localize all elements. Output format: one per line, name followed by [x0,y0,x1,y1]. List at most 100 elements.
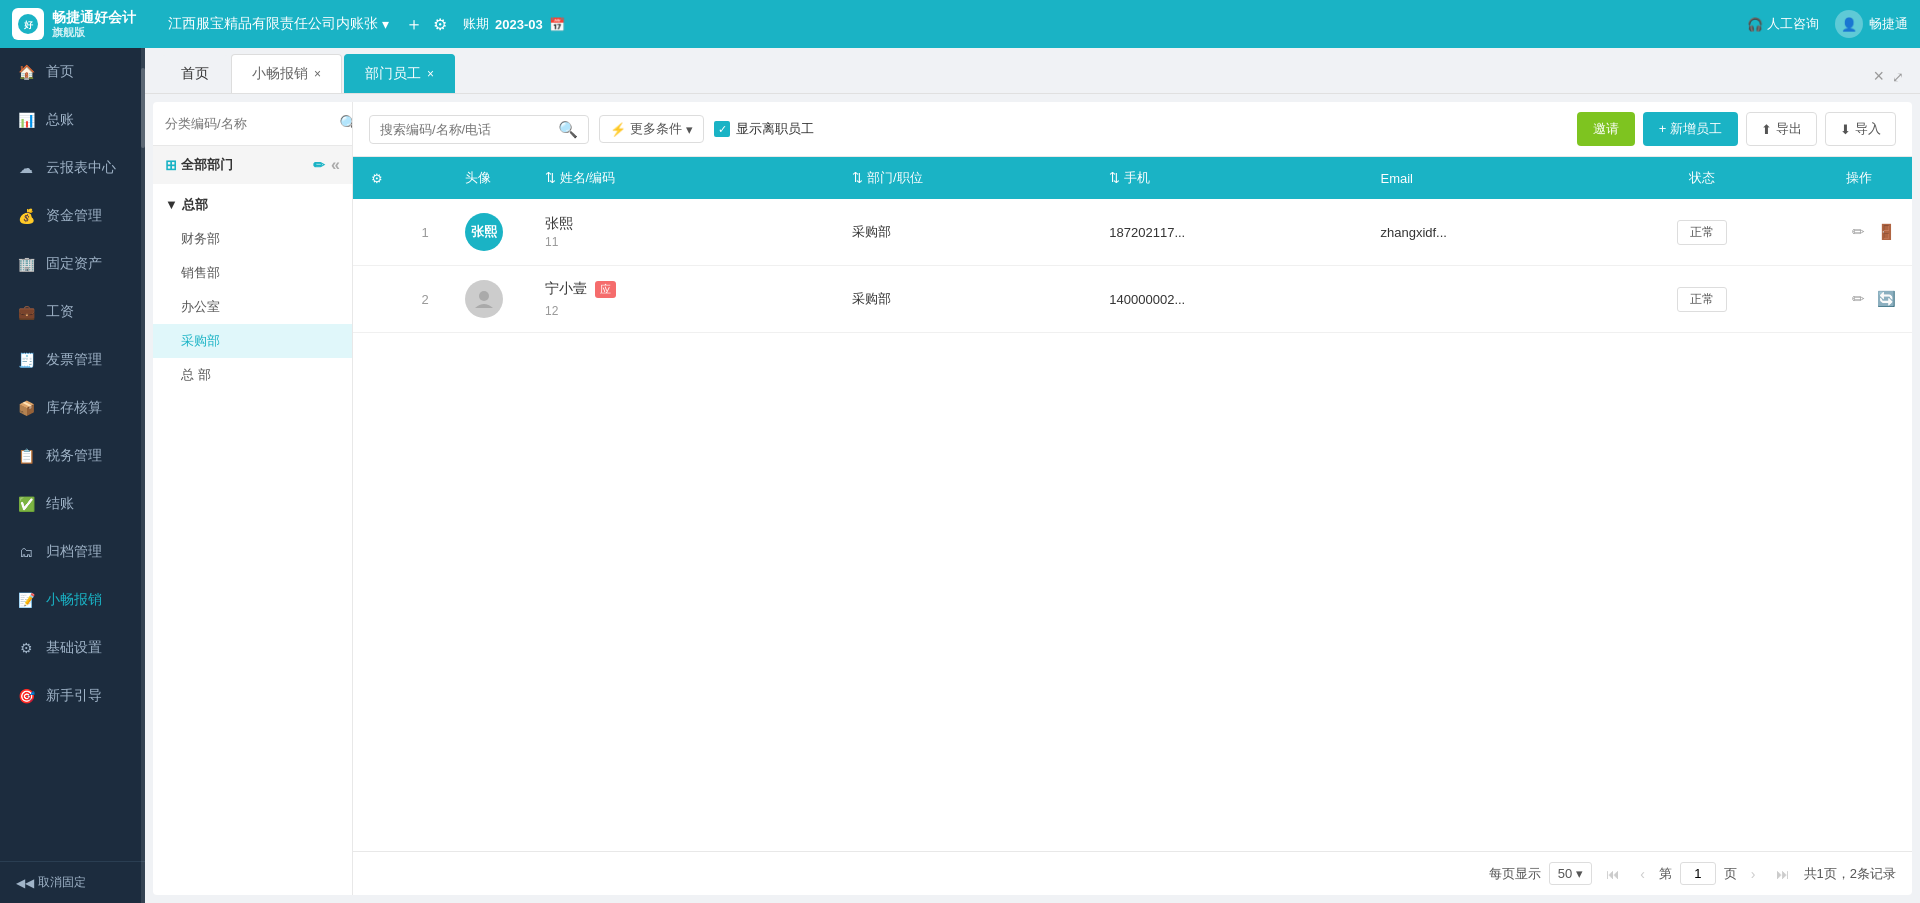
th-name[interactable]: ⇅ 姓名/编码 [529,157,836,199]
dept-search-input[interactable] [165,116,333,131]
company-name: 江西服宝精品有限责任公司内账张 [168,15,378,33]
cancel-fixed-btn[interactable]: ◀◀ 取消固定 [0,861,145,903]
employee-search-input[interactable] [380,122,552,137]
sidebar-item-ledger[interactable]: 📊 总账 [0,96,145,144]
sidebar-item-fund[interactable]: 💰 资金管理 [0,192,145,240]
gear-th-icon[interactable]: ⚙ [371,171,383,186]
page-content: 🔍 ⊞ 全部部门 ✏ « ▼总部 财务部 [153,102,1912,895]
dept-all-label: 全部部门 [181,156,233,174]
sidebar-item-archive[interactable]: 🗂 归档管理 [0,528,145,576]
tab-expense[interactable]: 小畅报销 × [231,54,342,93]
logout-icon-1[interactable]: 🚪 [1877,223,1896,241]
show-resign-toggle[interactable]: ✓ 显示离职员工 [714,120,814,138]
sort-icon-phone: ⇅ [1109,170,1120,185]
dept-node-zongbu[interactable]: ▼总部 [153,188,352,222]
th-dept[interactable]: ⇅ 部门/职位 [836,157,1093,199]
employee-toolbar: 🔍 ⚡ 更多条件 ▾ ✓ 显示离职员工 邀请 [353,102,1912,157]
edit-icon-2[interactable]: ✏ [1852,290,1865,308]
dept-node-zong[interactable]: 总 部 [153,358,352,392]
row-phone-2: 140000002... [1093,266,1364,333]
calendar-icon[interactable]: 📅 [549,17,565,32]
dept-tree: ▼总部 财务部 销售部 办公室 采购部 总 部 [153,184,352,895]
filter-label: 更多条件 [630,120,682,138]
tab-dept[interactable]: 部门员工 × [344,54,455,93]
row-index-2: 2 [401,266,449,333]
filter-btn[interactable]: ⚡ 更多条件 ▾ [599,115,704,143]
th-gear[interactable]: ⚙ [353,157,401,199]
window-expand-icon[interactable]: ⤢ [1892,69,1904,85]
first-page-btn[interactable]: ⏮ [1600,864,1626,884]
edit-icon-1[interactable]: ✏ [1852,223,1865,241]
import-btn[interactable]: ⬇ 导入 [1825,112,1896,146]
emp-code-1: 11 [545,235,820,249]
tab-expense-close[interactable]: × [314,67,321,81]
row-index-1: 1 [401,199,449,266]
xcbx-icon: 📝 [16,590,36,610]
sidebar-item-xcbx[interactable]: 📝 小畅报销 [0,576,145,624]
window-close-icon[interactable]: × [1873,66,1884,87]
dept-node-caiwu[interactable]: 财务部 [153,222,352,256]
sidebar-label-inventory: 库存核算 [46,399,102,417]
content-area: 首页 小畅报销 × 部门员工 × × ⤢ 🔍 [145,48,1920,903]
row-email-2 [1364,266,1612,333]
dept-search-area: 🔍 [153,102,352,146]
last-page-btn[interactable]: ⏭ [1770,864,1796,884]
dept-all-row[interactable]: ⊞ 全部部门 ✏ « [153,146,352,184]
prev-page-btn[interactable]: ‹ [1634,864,1651,884]
page-size-arrow: ▾ [1576,866,1583,881]
avatar-ningxiaoyi [465,280,503,318]
period-label-text: 账期 [463,15,489,33]
resign-checkbox[interactable]: ✓ [714,121,730,137]
next-page-btn[interactable]: › [1745,864,1762,884]
dept-node-bangong[interactable]: 办公室 [153,290,352,324]
settings-btn[interactable]: ⚙ [433,15,447,34]
company-selector[interactable]: 江西服宝精品有限责任公司内账张 ▾ [168,15,389,33]
employee-panel: 🔍 ⚡ 更多条件 ▾ ✓ 显示离职员工 邀请 [353,102,1912,895]
invite-btn[interactable]: 邀请 [1577,112,1635,146]
sidebar-item-assets[interactable]: 🏢 固定资产 [0,240,145,288]
page-size-select[interactable]: 50 ▾ [1549,862,1592,885]
red-badge-2: 应 [595,281,616,298]
tab-home[interactable]: 首页 [161,55,229,93]
home-icon: 🏠 [16,62,36,82]
dept-search-icon[interactable]: 🔍 [339,114,353,133]
th-avatar: 头像 [449,157,529,199]
sidebar-item-tax[interactable]: 📋 税务管理 [0,432,145,480]
tab-dept-close[interactable]: × [427,67,434,81]
dept-edit-icon[interactable]: ✏ [313,157,325,173]
period-value: 2023-03 [495,17,543,32]
add-employee-btn[interactable]: + 新增员工 [1643,112,1738,146]
sidebar-item-cloud[interactable]: ☁ 云报表中心 [0,144,145,192]
tax-icon: 📋 [16,446,36,466]
sidebar-item-settings[interactable]: ⚙ 基础设置 [0,624,145,672]
sidebar-item-checkout[interactable]: ✅ 结账 [0,480,145,528]
period-info: 账期 2023-03 📅 [463,15,565,33]
row-gear-2 [353,266,401,333]
sidebar-item-invoice[interactable]: 🧾 发票管理 [0,336,145,384]
export-btn[interactable]: ⬆ 导出 [1746,112,1817,146]
sidebar-item-home[interactable]: 🏠 首页 [0,48,145,96]
emp-name-2: 宁小壹 [545,280,587,298]
archive-icon: 🗂 [16,542,36,562]
dept-node-caiGou[interactable]: 采购部 [153,324,352,358]
table-row: 2 宁小壹 [353,266,1912,333]
tab-dept-label: 部门员工 [365,65,421,83]
user-avatar[interactable]: 👤 畅捷通 [1835,10,1908,38]
sidebar-item-inventory[interactable]: 📦 库存核算 [0,384,145,432]
sidebar-label-settings: 基础设置 [46,639,102,657]
page-number-input[interactable] [1680,862,1716,885]
support-btn[interactable]: 🎧 人工咨询 [1747,15,1819,33]
fund-icon: 💰 [16,206,36,226]
add-btn[interactable]: ＋ [405,12,423,36]
tab-home-label: 首页 [181,65,209,83]
top-bar: 好 畅捷通好会计 旗舰版 江西服宝精品有限责任公司内账张 ▾ ＋ ⚙ 账期 20… [0,0,1920,48]
row-dept-2: 采购部 [836,266,1093,333]
sidebar-item-salary[interactable]: 💼 工资 [0,288,145,336]
th-phone[interactable]: ⇅ 手机 [1093,157,1364,199]
employees-table: ⚙ 头像 ⇅ 姓名/编码 ⇅ 部门/职位 [353,157,1912,333]
refresh-icon-2[interactable]: 🔄 [1877,290,1896,308]
tab-bar: 首页 小畅报销 × 部门员工 × × ⤢ [145,48,1920,94]
sidebar-item-guide[interactable]: 🎯 新手引导 [0,672,145,720]
dept-collapse-icon[interactable]: « [331,156,340,174]
dept-node-xiaoshou[interactable]: 销售部 [153,256,352,290]
